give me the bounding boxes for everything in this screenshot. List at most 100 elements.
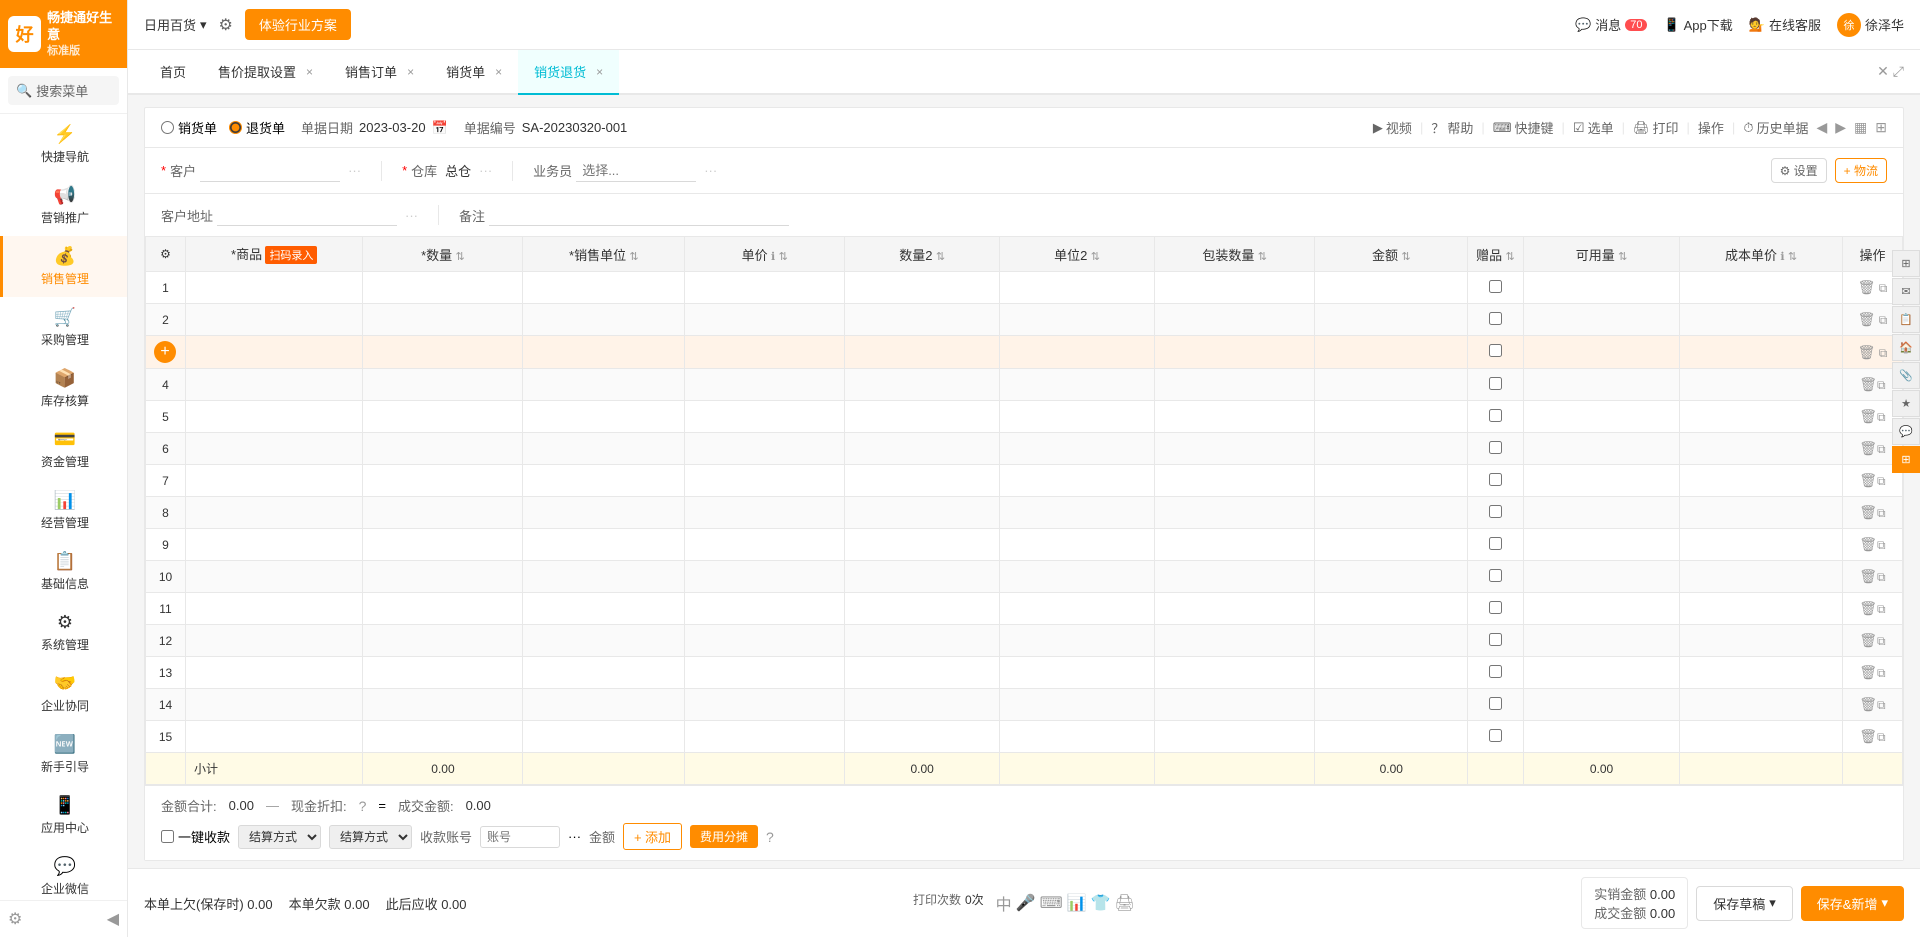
copy-row-btn[interactable]: ⧉: [1877, 378, 1886, 393]
tab-sales-return[interactable]: 销货退货 ×: [518, 50, 619, 95]
radio-sale-invoice[interactable]: 销货单: [161, 118, 217, 137]
right-sidebar-btn-active[interactable]: ⊞: [1892, 446, 1920, 473]
copy-row-btn[interactable]: ⧉: [1877, 666, 1886, 681]
copy-row-btn[interactable]: ⧉: [1879, 281, 1888, 296]
sidebar-item-app-center[interactable]: 📱 应用中心: [0, 785, 127, 846]
fee-help-btn[interactable]: ?: [766, 829, 774, 845]
product-cell[interactable]: [186, 272, 363, 304]
tab-close-sales-order[interactable]: ×: [407, 65, 414, 79]
grid-view-btn[interactable]: ▦: [1854, 119, 1867, 136]
copy-row-btn[interactable]: ⧉: [1877, 538, 1886, 553]
delete-row-btn[interactable]: 🗑: [1858, 279, 1876, 296]
copy-row-btn[interactable]: ⧉: [1877, 506, 1886, 521]
delete-row-btn[interactable]: 🗑: [1859, 632, 1877, 649]
add-row-btn[interactable]: +: [154, 341, 176, 363]
copy-row-btn[interactable]: ⧉: [1877, 442, 1886, 457]
scan-btn[interactable]: 扫码录入: [265, 246, 317, 264]
address-input[interactable]: [217, 204, 397, 226]
fee-split-btn[interactable]: 费用分摊: [690, 825, 758, 848]
sidebar-item-operations[interactable]: 📊 经营管理: [0, 480, 127, 541]
right-sidebar-btn-5[interactable]: 📎: [1892, 362, 1920, 389]
copy-row-btn[interactable]: ⧉: [1877, 570, 1886, 585]
sidebar-settings-btn[interactable]: ⚙: [8, 909, 22, 929]
sidebar-item-inventory[interactable]: 📦 库存核算: [0, 358, 127, 419]
delete-row-btn[interactable]: 🗑: [1858, 344, 1876, 361]
tab-window-maximize-btn[interactable]: ⤢: [1893, 63, 1904, 80]
delete-row-btn[interactable]: 🗑: [1859, 536, 1877, 553]
col-settings[interactable]: ⚙: [146, 237, 186, 272]
tab-close-sales-invoice[interactable]: ×: [495, 65, 502, 79]
app-download-btn[interactable]: 📱 App下载: [1663, 15, 1732, 34]
experience-btn[interactable]: 体验行业方案: [245, 9, 351, 40]
delete-row-btn[interactable]: 🗑: [1859, 472, 1877, 489]
user-profile-btn[interactable]: 徐 徐泽华: [1837, 13, 1904, 37]
table-view-btn[interactable]: ⊞: [1875, 119, 1887, 136]
right-sidebar-btn-6[interactable]: ★: [1892, 390, 1920, 417]
delete-row-btn[interactable]: 🗑: [1859, 696, 1877, 713]
pkg-qty-input[interactable]: [1163, 280, 1306, 295]
shortcut-btn[interactable]: ⌨ 快捷键: [1493, 118, 1554, 137]
tab-sales-invoice[interactable]: 销货单 ×: [430, 50, 518, 95]
right-sidebar-btn-3[interactable]: 📋: [1892, 306, 1920, 333]
delete-row-btn[interactable]: 🗑: [1859, 504, 1877, 521]
one-click-payment-checkbox[interactable]: 一键收款: [161, 827, 230, 846]
delete-row-btn[interactable]: 🗑: [1859, 600, 1877, 617]
copy-row-btn[interactable]: ⧉: [1877, 698, 1886, 713]
gift-checkbox[interactable]: [1489, 312, 1502, 325]
tool-btn-4[interactable]: 📊: [1067, 891, 1087, 915]
save-new-btn[interactable]: 保存&新增 ▾: [1801, 886, 1904, 921]
history-btn[interactable]: ⏱ 历史单据: [1743, 118, 1808, 137]
copy-row-btn[interactable]: ⧉: [1877, 410, 1886, 425]
delete-row-btn[interactable]: 🗑: [1859, 408, 1877, 425]
tab-price-settings[interactable]: 售价提取设置 ×: [202, 50, 329, 95]
copy-row-btn[interactable]: ⧉: [1877, 474, 1886, 489]
print-btn[interactable]: 🖨 打印: [1633, 118, 1679, 137]
form-settings-btn[interactable]: ⚙ 设置: [1771, 158, 1827, 183]
sidebar-item-wechat[interactable]: 💬 企业微信: [0, 846, 127, 900]
copy-row-btn[interactable]: ⧉: [1879, 346, 1888, 361]
online-service-btn[interactable]: 💁 在线客服: [1749, 15, 1821, 34]
copy-row-btn[interactable]: ⧉: [1877, 634, 1886, 649]
search-menu-button[interactable]: 🔍 搜索菜单: [8, 76, 119, 105]
sidebar-item-base-info[interactable]: 📋 基础信息: [0, 541, 127, 602]
tab-close-price-settings[interactable]: ×: [306, 65, 313, 79]
cost-price-input[interactable]: [1688, 280, 1834, 295]
tab-window-close-btn[interactable]: ✕: [1877, 63, 1889, 80]
sidebar-item-sales[interactable]: 💰 销售管理: [0, 236, 127, 297]
unit-input[interactable]: [531, 280, 676, 295]
right-sidebar-btn-2[interactable]: ✉: [1892, 278, 1920, 305]
tab-home[interactable]: 首页: [144, 50, 202, 95]
remark-input[interactable]: [489, 204, 789, 226]
daily-selector[interactable]: 日用百货 ▾: [144, 15, 207, 34]
tool-btn-6[interactable]: 🖨: [1115, 891, 1135, 915]
customer-input[interactable]: [200, 160, 340, 182]
add-payment-btn[interactable]: + 添加: [623, 823, 682, 850]
sidebar-search[interactable]: 🔍 搜索菜单: [0, 68, 127, 114]
product-input[interactable]: [194, 280, 354, 295]
delete-row-btn[interactable]: 🗑: [1859, 728, 1877, 745]
topbar-settings-btn[interactable]: ⚙: [215, 11, 237, 39]
price-input[interactable]: [693, 280, 836, 295]
tool-btn-1[interactable]: 中: [996, 891, 1012, 915]
amount-input[interactable]: [1323, 280, 1459, 295]
sidebar-collapse-btn[interactable]: ◀: [107, 909, 119, 929]
tool-btn-2[interactable]: 🎤: [1016, 891, 1036, 915]
radio-return[interactable]: 退货单: [229, 118, 285, 137]
copy-row-btn[interactable]: ⧉: [1877, 602, 1886, 617]
save-draft-btn[interactable]: 保存草稿 ▾: [1696, 886, 1793, 921]
qty-input[interactable]: [371, 280, 514, 295]
next-record-btn[interactable]: ▶: [1835, 119, 1846, 136]
help-btn[interactable]: ？ 帮助: [1431, 118, 1473, 137]
message-btn[interactable]: 💬 消息 70: [1575, 15, 1647, 34]
prev-record-btn[interactable]: ◀: [1816, 119, 1827, 136]
delete-row-btn[interactable]: 🗑: [1859, 568, 1877, 585]
available-input[interactable]: [1532, 280, 1672, 295]
salesperson-input[interactable]: [576, 160, 696, 182]
sidebar-item-system[interactable]: ⚙ 系统管理: [0, 602, 127, 663]
tab-close-sales-return[interactable]: ×: [596, 65, 603, 79]
unit2-input[interactable]: [1008, 280, 1146, 295]
delete-row-btn[interactable]: 🗑: [1859, 664, 1877, 681]
sidebar-item-cooperation[interactable]: 🤝 企业协同: [0, 663, 127, 724]
right-sidebar-btn-7[interactable]: 💬: [1892, 418, 1920, 445]
tool-btn-5[interactable]: 👕: [1091, 891, 1111, 915]
